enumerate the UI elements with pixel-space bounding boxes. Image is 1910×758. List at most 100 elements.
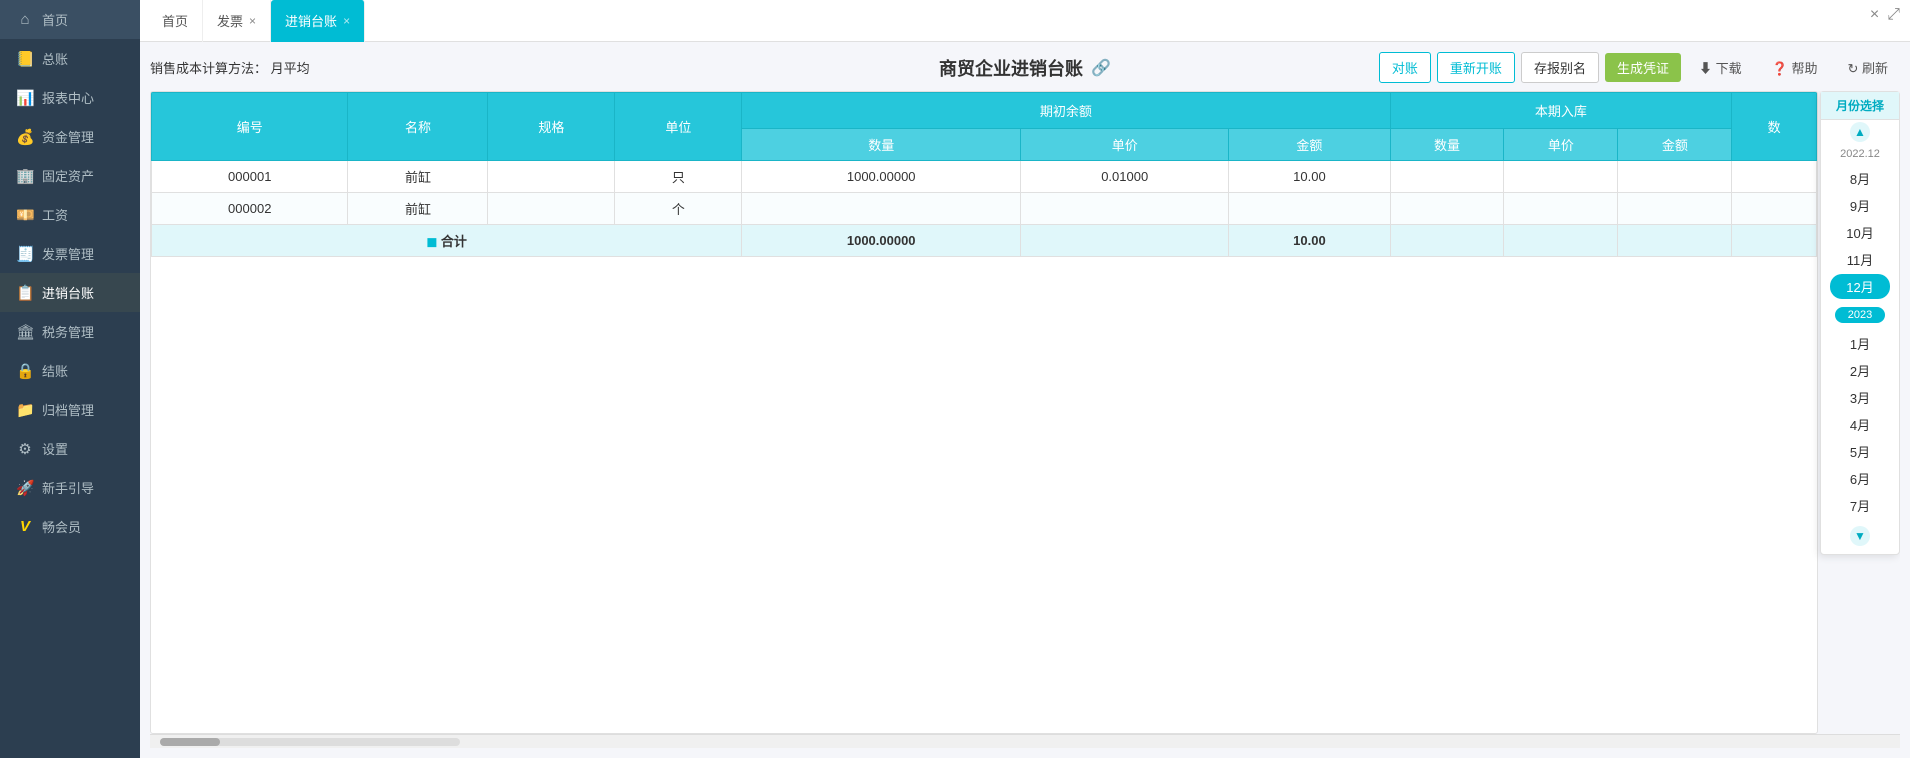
cell-mingcheng: 前缸	[348, 193, 488, 225]
bottom-scrollbar	[150, 734, 1900, 748]
month-item-12[interactable]: 12月	[1830, 274, 1890, 299]
month-item-2023-1[interactable]: 1月	[1830, 331, 1890, 356]
cell-bianhao: 000002	[152, 193, 348, 225]
sidebar-item-label: 工资	[42, 205, 68, 224]
month-nav-up-button[interactable]: ▲	[1850, 122, 1870, 142]
sidebar-item-label: 结账	[42, 361, 68, 380]
ledger-icon: 📒	[16, 50, 34, 68]
month-item-10[interactable]: 10月	[1830, 220, 1890, 245]
salary-icon: 💴	[16, 206, 34, 224]
guide-icon: 🚀	[16, 479, 34, 497]
tab-invoice[interactable]: 发票 ×	[203, 0, 271, 42]
help-button[interactable]: ❓ 帮助	[1760, 53, 1830, 82]
sidebar-item-guide[interactable]: 🚀 新手引导	[0, 468, 140, 507]
duizhang-button[interactable]: 对账	[1379, 52, 1431, 83]
month-item-11[interactable]: 11月	[1830, 247, 1890, 272]
sidebar-item-label: 畅会员	[42, 517, 81, 536]
sidebar-item-asset[interactable]: 🏢 固定资产	[0, 156, 140, 195]
download-icon: ⬇	[1699, 61, 1712, 76]
chongxin-button[interactable]: 重新开账	[1437, 52, 1515, 83]
total-row: ◼ 合计 1000.00000 10.00	[152, 225, 1817, 257]
content-header: 销售成本计算方法： 月平均 商贸企业进销台账 🔗 对账 重新开账 存报别名 生成…	[150, 52, 1900, 83]
sidebar-item-purchase[interactable]: 📋 进销台账	[0, 273, 140, 312]
report-icon: 📊	[16, 89, 34, 107]
cell-danwei: 只	[615, 161, 742, 193]
month-panel: 月份选择 ▲ 2022.12 8月 9月 10月 11月 12月 2023 1月…	[1820, 91, 1900, 555]
sidebar-item-label: 发票管理	[42, 244, 94, 263]
maximize-window-button[interactable]: ⤢	[1887, 6, 1900, 24]
sidebar-item-report[interactable]: 📊 报表中心	[0, 78, 140, 117]
sidebar-item-salary[interactable]: 💴 工资	[0, 195, 140, 234]
scrollbar-track[interactable]	[160, 738, 460, 746]
tab-home-label: 首页	[162, 11, 188, 30]
col-qichu-danjia: 单价	[1021, 129, 1229, 161]
table-row: 000001 前缸 只 1000.00000 0.01000 10.00	[152, 161, 1817, 193]
scrollbar-thumb[interactable]	[160, 738, 220, 746]
cell-shu	[1732, 161, 1817, 193]
cell-benqi-sl	[1390, 193, 1504, 225]
cell-qichu-sl: 1000.00000	[742, 161, 1021, 193]
col-shu: 数	[1732, 93, 1817, 161]
close-window-button[interactable]: ×	[1870, 6, 1879, 24]
month-nav-down-button[interactable]: ▼	[1850, 526, 1870, 546]
window-controls: × ⤢	[1870, 6, 1900, 24]
archive-icon: 📁	[16, 401, 34, 419]
total-benqi-je	[1618, 225, 1732, 257]
col-benqi-jine: 金额	[1618, 129, 1732, 161]
invoice-icon: 🧾	[16, 245, 34, 263]
col-benqi: 本期入库	[1390, 93, 1732, 129]
table-container: 编号 名称 规格 单位 期初余额 本期入库 数 数量 单价 金额 数	[150, 91, 1818, 734]
month-item-2023-4[interactable]: 4月	[1830, 412, 1890, 437]
tab-purchase-close-icon[interactable]: ×	[343, 14, 350, 28]
help-label: 帮助	[1791, 61, 1817, 76]
cell-guige	[488, 193, 615, 225]
month-item-8[interactable]: 8月	[1830, 166, 1890, 191]
month-item-2023-5[interactable]: 5月	[1830, 439, 1890, 464]
tax-icon: 🏛	[16, 323, 34, 341]
month-panel-title: 月份选择	[1821, 92, 1899, 120]
sidebar-item-settings[interactable]: ⚙ 设置	[0, 429, 140, 468]
refresh-label: 刷新	[1862, 61, 1888, 76]
col-qichu-shuliang: 数量	[742, 129, 1021, 161]
cell-danwei: 个	[615, 193, 742, 225]
tabs-bar: 首页 发票 × 进销台账 ×	[140, 0, 1910, 42]
sidebar-item-label: 报表中心	[42, 88, 94, 107]
closing-icon: 🔒	[16, 362, 34, 380]
sidebar-item-home[interactable]: ⌂ 首页	[0, 0, 140, 39]
cell-qichu-dj	[1021, 193, 1229, 225]
month-list-2023: 1月 2月 3月 4月 5月 6月 7月	[1821, 327, 1899, 522]
download-button[interactable]: ⬇ 下载	[1687, 53, 1754, 82]
sidebar-item-ledger[interactable]: 📒 总账	[0, 39, 140, 78]
cell-qichu-dj: 0.01000	[1021, 161, 1229, 193]
year-2023-badge: 2023	[1835, 307, 1885, 323]
cell-shu	[1732, 193, 1817, 225]
sidebar-item-archive[interactable]: 📁 归档管理	[0, 390, 140, 429]
total-qichu-dj	[1021, 225, 1229, 257]
fund-icon: 💰	[16, 128, 34, 146]
total-qichu-sl: 1000.00000	[742, 225, 1021, 257]
month-item-2023-3[interactable]: 3月	[1830, 385, 1890, 410]
sidebar-item-closing[interactable]: 🔒 结账	[0, 351, 140, 390]
col-benqi-shuliang: 数量	[1390, 129, 1504, 161]
tab-home[interactable]: 首页	[148, 0, 203, 42]
generate-button[interactable]: 生成凭证	[1605, 53, 1681, 82]
col-bianhao: 编号	[152, 93, 348, 161]
cost-method: 销售成本计算方法： 月平均	[150, 58, 310, 77]
info-icon[interactable]: 🔗	[1091, 58, 1111, 78]
refresh-button[interactable]: ↻ 刷新	[1835, 53, 1900, 82]
month-item-9[interactable]: 9月	[1830, 193, 1890, 218]
cunwei-button[interactable]: 存报别名	[1521, 52, 1599, 83]
sidebar-item-fund[interactable]: 💰 资金管理	[0, 117, 140, 156]
month-item-2023-6[interactable]: 6月	[1830, 466, 1890, 491]
month-item-2023-7[interactable]: 7月	[1830, 493, 1890, 518]
month-item-2023-2[interactable]: 2月	[1830, 358, 1890, 383]
sidebar-item-tax[interactable]: 🏛 税务管理	[0, 312, 140, 351]
sidebar-item-invoice[interactable]: 🧾 发票管理	[0, 234, 140, 273]
sidebar-item-vip[interactable]: V 畅会员	[0, 507, 140, 546]
toolbar: 对账 重新开账 存报别名 生成凭证 ⬇ 下载 ❓ 帮助 ↻ 刷新	[1379, 52, 1900, 83]
tab-invoice-close-icon[interactable]: ×	[249, 14, 256, 28]
settings-icon: ⚙	[16, 440, 34, 458]
total-label-cell: ◼ 合计	[152, 225, 742, 257]
page-title-area: 商贸企业进销台账 🔗	[939, 55, 1111, 81]
tab-purchase[interactable]: 进销台账 ×	[271, 0, 365, 42]
